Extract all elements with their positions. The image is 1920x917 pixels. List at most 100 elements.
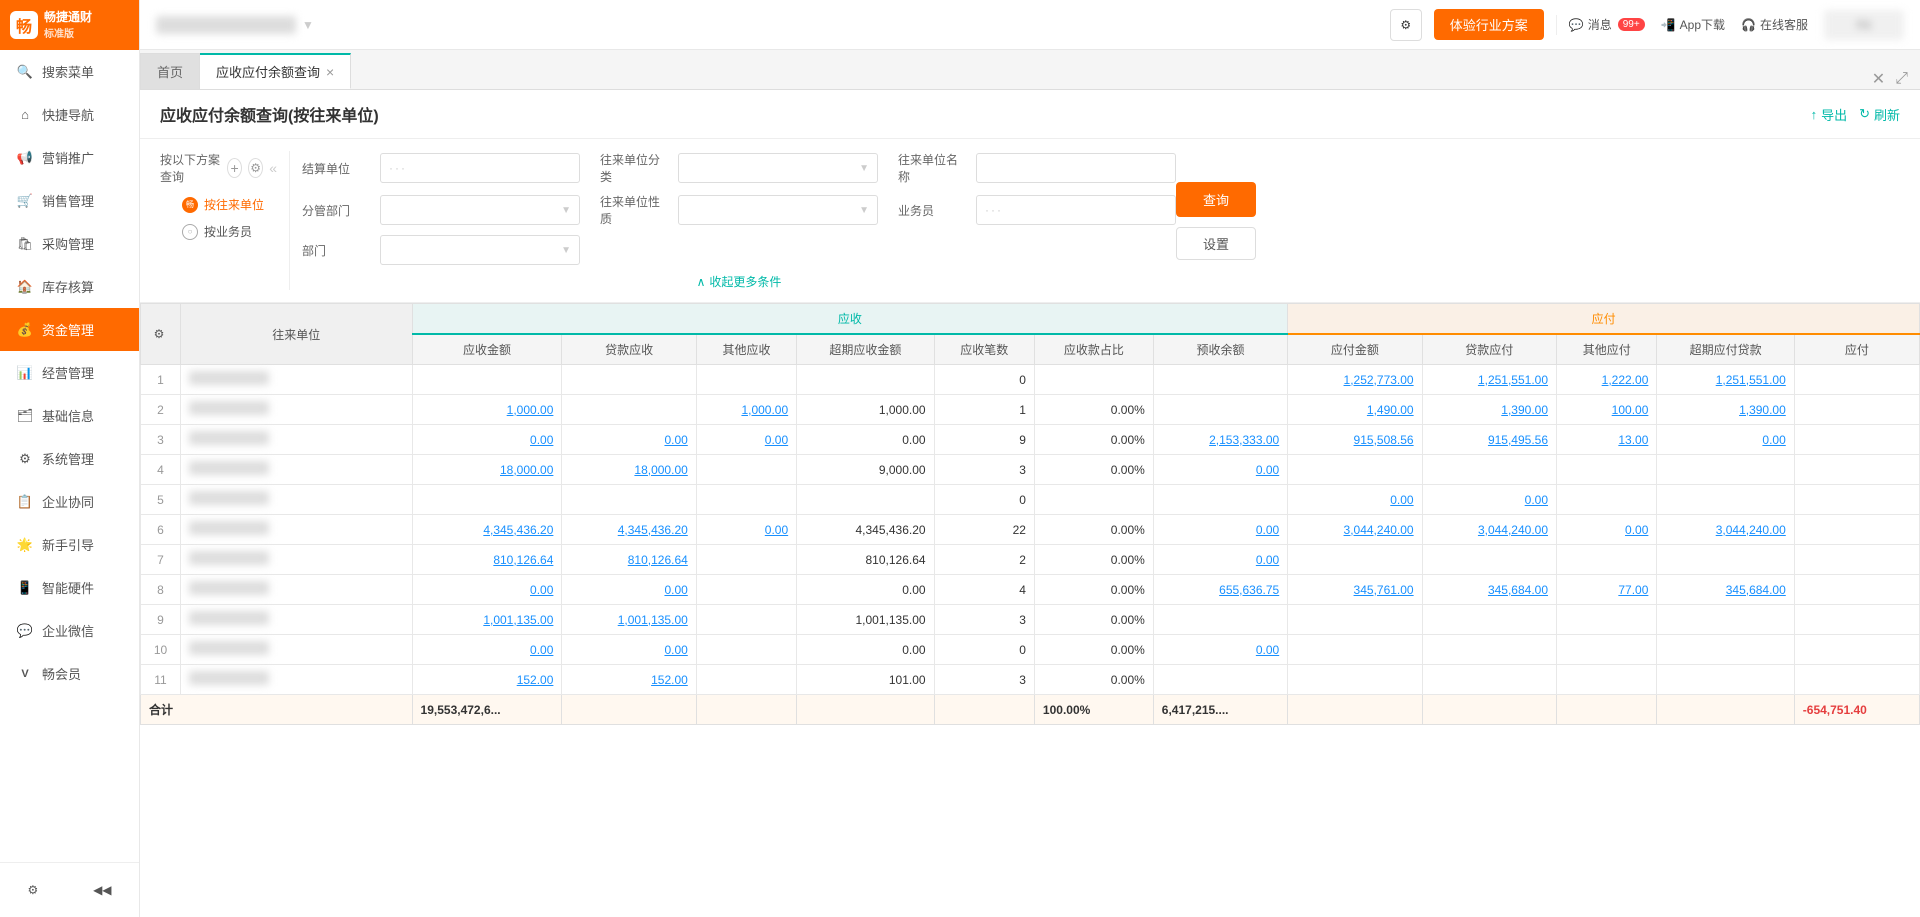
table-row: 7810,126.64810,126.64810,126.6420.00%0.0…	[141, 545, 1920, 575]
table-row: 80.000.000.0040.00%655,636.75345,761.003…	[141, 575, 1920, 605]
sidebar-item-quick-nav[interactable]: ⌂ 快捷导航	[0, 93, 139, 136]
sidebar-item-management[interactable]: 📊 经营管理	[0, 351, 139, 394]
scheme-by-staff[interactable]: ○ 按业务员	[176, 220, 277, 243]
logo-sub: 标准版	[44, 25, 92, 40]
col-ap-extra: 应付	[1794, 334, 1919, 365]
col-ar-amount: 应收金额	[412, 334, 562, 365]
filter-add-button[interactable]: +	[227, 158, 242, 178]
sidebar-item-member[interactable]: V 畅会员	[0, 652, 139, 695]
unit-category-label: 往来单位分类	[600, 151, 670, 185]
sidebar-item-guide[interactable]: 🌟 新手引导	[0, 523, 139, 566]
tab-close-icon[interactable]: ×	[326, 64, 334, 80]
unit-category-input[interactable]: ▼	[678, 153, 878, 183]
dept-manage-input[interactable]: ▼	[380, 195, 580, 225]
online-service-button[interactable]: 🎧 在线客服	[1741, 16, 1808, 33]
sidebar-item-system[interactable]: ⚙ 系统管理	[0, 437, 139, 480]
sidebar-item-finance[interactable]: 💰 资金管理	[0, 308, 139, 351]
filter-collapse-btn[interactable]: ∧ 收起更多条件	[302, 273, 1176, 290]
tab-ar-ap[interactable]: 应收应付余额查询 ×	[200, 53, 351, 89]
gear-button[interactable]: ⚙	[1390, 9, 1422, 41]
table-settings-icon[interactable]: ⚙	[149, 324, 169, 344]
sidebar-item-sales[interactable]: 🛒 销售管理	[0, 179, 139, 222]
col-settings: ⚙	[141, 304, 181, 365]
service-label: 在线客服	[1760, 16, 1808, 33]
unit-name-input[interactable]	[976, 153, 1176, 183]
sidebar-item-search-menu[interactable]: 🔍 搜索菜单	[0, 50, 139, 93]
filter-fields: 结算单位 ··· 往来单位分类 ▼	[302, 151, 1176, 290]
scheme-unit-icon: 畅	[182, 197, 198, 213]
app-download-label: App下载	[1680, 16, 1725, 33]
refresh-button[interactable]: ↻ 刷新	[1859, 105, 1900, 124]
sales-icon: 🛒	[16, 192, 34, 210]
query-button[interactable]: 查询	[1176, 182, 1256, 217]
filter-settings-icon[interactable]: ⚙	[248, 158, 263, 178]
sidebar-collapse-btn[interactable]: ◀◀	[77, 875, 127, 905]
tab-home[interactable]: 首页	[140, 53, 200, 89]
maximize-icon[interactable]: ⤢	[1895, 70, 1908, 88]
setting-button[interactable]: 设置	[1176, 227, 1256, 260]
sidebar-settings-btn[interactable]: ⚙	[11, 875, 54, 905]
sidebar-item-basic[interactable]: 🗂 基础信息	[0, 394, 139, 437]
sidebar-bottom: ⚙ ◀◀	[0, 862, 139, 917]
sidebar-item-wechat[interactable]: 💬 企业微信	[0, 609, 139, 652]
quick-nav-icon: ⌂	[16, 106, 34, 124]
settlement-unit-input[interactable]: ···	[380, 153, 580, 183]
sidebar-item-purchase[interactable]: 🛍 采购管理	[0, 222, 139, 265]
filter-collapse-left-icon[interactable]: «	[269, 160, 277, 176]
wechat-icon: 💬	[16, 622, 34, 640]
footer-ar-total: 19,553,472,6...	[412, 695, 562, 725]
gear-icon: ⚙	[1400, 18, 1411, 32]
app-download-button[interactable]: 📲 App下载	[1661, 16, 1725, 33]
promo-button[interactable]: 体验行业方案	[1434, 9, 1544, 40]
sidebar-item-inventory[interactable]: 🏠 库存核算	[0, 265, 139, 308]
service-icon: 🎧	[1741, 18, 1756, 32]
filter-unit-category: 往来单位分类 ▼	[600, 151, 878, 185]
close-window-icon[interactable]: ✕	[1872, 69, 1885, 89]
message-button[interactable]: 💬 消息 99+	[1569, 16, 1645, 33]
table-area: ⚙ 往来单位 应收 应付 应收金额 贷款应收 其他应收 超期应收金额 应收笔数	[140, 303, 1920, 917]
dept-manage-label: 分管部门	[302, 202, 372, 219]
export-button[interactable]: ↑ 导出	[1811, 105, 1848, 124]
search-menu-icon: 🔍	[16, 63, 34, 81]
filter-salesperson: 业务员 ···	[898, 193, 1176, 227]
salesperson-label: 业务员	[898, 202, 968, 219]
unit-nature-label: 往来单位性质	[600, 193, 670, 227]
filter-label: 按以下方案查询	[160, 151, 221, 185]
filter-row: 按以下方案查询 + ⚙ « 畅 按往来单位 ○	[160, 151, 1900, 290]
dept-label: 部门	[302, 242, 372, 259]
filter-schemes: 按以下方案查询 + ⚙ « 畅 按往来单位 ○	[160, 151, 290, 290]
scheme-by-unit[interactable]: 畅 按往来单位	[176, 193, 277, 216]
table-row: 11152.00152.00101.0030.00%	[141, 665, 1920, 695]
table-wrapper[interactable]: ⚙ 往来单位 应收 应付 应收金额 贷款应收 其他应收 超期应收金额 应收笔数	[140, 303, 1920, 917]
topbar: ▼ ⚙ 体验行业方案 💬 消息 99+ 📲 App下载 🎧 在线客服 Rit	[140, 0, 1920, 50]
sidebar-item-hardware[interactable]: 📱 智能硬件	[0, 566, 139, 609]
breadcrumb-area: ▼	[156, 16, 1378, 34]
tab-home-label: 首页	[157, 62, 183, 81]
sidebar: 畅 畅捷通财 标准版 🔍 搜索菜单 ⌂ 快捷导航 📢 营销推广 🛒 销售管理 🛍…	[0, 0, 140, 917]
page: 应收应付余额查询(按往来单位) ↑ 导出 ↻ 刷新 按以下	[140, 90, 1920, 917]
table-row: 64,345,436.204,345,436.200.004,345,436.2…	[141, 515, 1920, 545]
user-avatar[interactable]: Rit	[1824, 10, 1904, 40]
table-row: 418,000.0018,000.009,000.0030.00%0.00	[141, 455, 1920, 485]
dept-input[interactable]: ▼	[380, 235, 580, 265]
page-header: 应收应付余额查询(按往来单位) ↑ 导出 ↻ 刷新	[140, 90, 1920, 139]
chevron-down-icon: ▼	[859, 163, 869, 174]
col-ar-count: 应收笔数	[934, 334, 1034, 365]
message-icon: 💬	[1569, 18, 1584, 32]
main-content: ▼ ⚙ 体验行业方案 💬 消息 99+ 📲 App下载 🎧 在线客服 Rit	[140, 0, 1920, 917]
sidebar-item-label: 经营管理	[42, 363, 94, 382]
sidebar-item-collab[interactable]: 📋 企业协同	[0, 480, 139, 523]
table-row: 500.000.00	[141, 485, 1920, 515]
sidebar-item-marketing[interactable]: 📢 营销推广	[0, 136, 139, 179]
chevron-down-icon-2: ▼	[561, 205, 571, 216]
guide-icon: 🌟	[16, 536, 34, 554]
salesperson-input[interactable]: ···	[976, 195, 1176, 225]
col-ap-group: 应付	[1288, 304, 1920, 335]
scheme-unit-label: 按往来单位	[204, 196, 264, 213]
sidebar-item-label: 库存核算	[42, 277, 94, 296]
collab-icon: 📋	[16, 493, 34, 511]
table-row: 91,001,135.001,001,135.001,001,135.0030.…	[141, 605, 1920, 635]
col-ar-other: 其他应收	[696, 334, 796, 365]
filter-dept: 部门 ▼	[302, 235, 580, 265]
unit-nature-input[interactable]: ▼	[678, 195, 878, 225]
